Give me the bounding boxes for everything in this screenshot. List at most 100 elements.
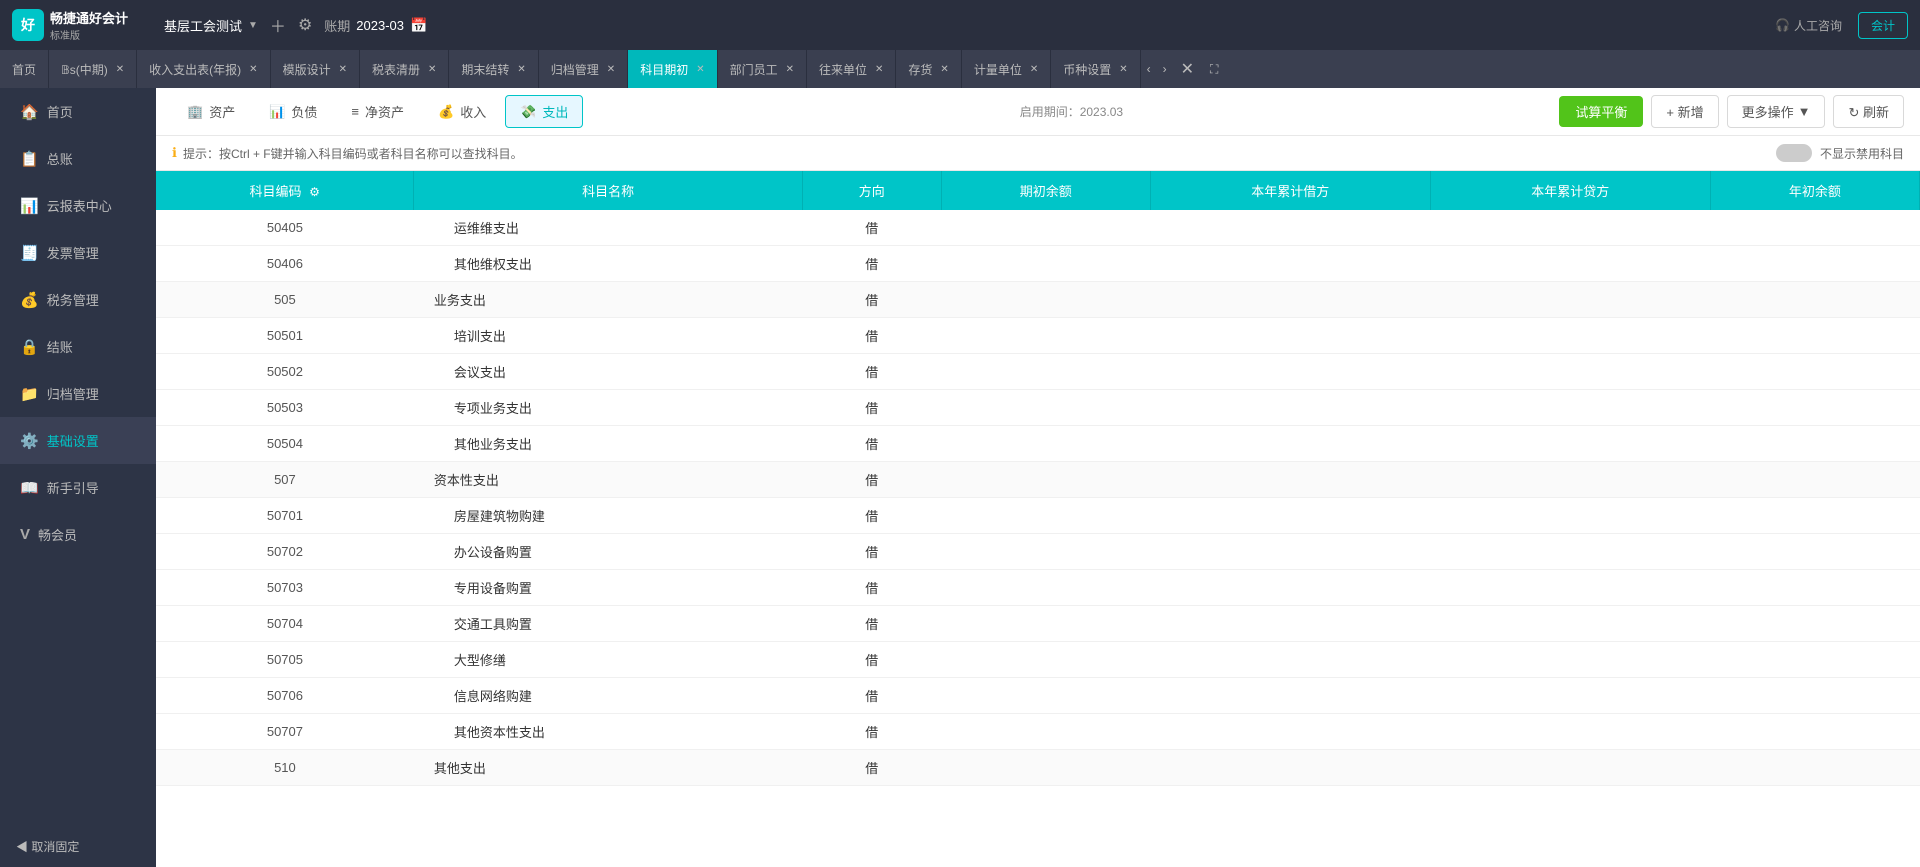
table-row[interactable]: 50501培训支出借 (156, 318, 1920, 354)
tab-template[interactable]: 模版设计 ✕ (271, 50, 360, 88)
tab-period-end[interactable]: 期末结转 ✕ (449, 50, 538, 88)
cell-ytd-credit (1430, 678, 1710, 714)
tab-close-icon[interactable]: ✕ (428, 64, 436, 75)
add-company-button[interactable]: ＋ (270, 13, 286, 37)
tab-subject-period[interactable]: 科目期初 ✕ (628, 50, 717, 88)
tab-close-icon[interactable]: ✕ (607, 64, 615, 75)
tab-label: 𝔹s(中期) (61, 61, 108, 78)
tab-close-icon[interactable]: ✕ (786, 64, 794, 75)
sub-tab-income[interactable]: 💰 收入 (423, 95, 501, 128)
tab-unit[interactable]: 计量单位 ✕ (962, 50, 1051, 88)
tab-close-icon[interactable]: ✕ (1119, 64, 1127, 75)
cell-year-opening (1710, 750, 1919, 786)
sub-tab-assets[interactable]: 🏢 资产 (172, 95, 250, 128)
table-row[interactable]: 50502会议支出借 (156, 354, 1920, 390)
col-settings-icon[interactable]: ⚙ (309, 185, 320, 199)
tab-home[interactable]: 首页 (0, 50, 49, 88)
more-ops-button[interactable]: 更多操作 ▼ (1727, 95, 1826, 128)
table-row[interactable]: 50405运维维支出借 (156, 210, 1920, 246)
cell-direction: 借 (802, 498, 941, 534)
tab-currency[interactable]: 币种设置 ✕ (1051, 50, 1140, 88)
tab-nav-next[interactable]: › (1157, 62, 1173, 76)
tab-expand-icon[interactable]: ⛶ (1202, 62, 1226, 77)
table-row[interactable]: 50701房屋建筑物购建借 (156, 498, 1920, 534)
sidebar-item-label: 首页 (47, 102, 73, 121)
sub-tab-net-assets[interactable]: ≡ 净资产 (336, 95, 419, 128)
sidebar-item-ledger[interactable]: 📋 总账 (0, 135, 156, 182)
tab-close-icon[interactable]: ✕ (696, 64, 704, 75)
calc-balance-button[interactable]: 试算平衡 (1559, 96, 1643, 127)
table-row[interactable]: 50702办公设备购置借 (156, 534, 1920, 570)
cell-opening-balance (941, 570, 1150, 606)
cell-code: 50707 (156, 714, 414, 750)
sidebar-item-member[interactable]: V 畅会员 (0, 511, 156, 558)
sub-tab-expenditure[interactable]: 💸 支出 (505, 95, 583, 128)
sidebar-collapse[interactable]: ◀ 取消固定 (0, 826, 156, 867)
cell-code: 50502 (156, 354, 414, 390)
table-row[interactable]: 50703专用设备购置借 (156, 570, 1920, 606)
disable-toggle[interactable] (1776, 144, 1812, 162)
tab-inventory[interactable]: 存货 ✕ (896, 50, 961, 88)
tab-dept[interactable]: 部门员工 ✕ (718, 50, 807, 88)
collapse-label: ◀ 取消固定 (16, 838, 79, 855)
tab-close-icon[interactable]: ✕ (517, 64, 525, 75)
tab-label: 期末结转 (461, 61, 509, 78)
table-row[interactable]: 50704交通工具购置借 (156, 606, 1920, 642)
cell-year-opening (1710, 390, 1919, 426)
cell-name: 培训支出 (414, 318, 803, 354)
settings-icon[interactable]: ⚙ (298, 15, 312, 35)
table-row[interactable]: 505业务支出借 (156, 282, 1920, 318)
add-button[interactable]: + 新增 (1651, 95, 1718, 128)
tab-close-all[interactable]: ✕ (1173, 59, 1202, 79)
table-row[interactable]: 50705大型修缮借 (156, 642, 1920, 678)
top-bar-right: 🎧 人工咨询 会计 (1775, 12, 1908, 39)
table-row[interactable]: 50503专项业务支出借 (156, 390, 1920, 426)
cell-direction: 借 (802, 246, 941, 282)
chevron-down-icon: ▼ (1798, 104, 1811, 119)
tab-close-icon[interactable]: ✕ (940, 64, 948, 75)
table-row[interactable]: 507资本性支出借 (156, 462, 1920, 498)
net-assets-icon: ≡ (351, 104, 359, 119)
cell-ytd-credit (1430, 282, 1710, 318)
tab-tax[interactable]: 税表清册 ✕ (360, 50, 449, 88)
cell-name: 运维维支出 (414, 210, 803, 246)
sidebar-item-invoice[interactable]: 🧾 发票管理 (0, 229, 156, 276)
tab-close-icon[interactable]: ✕ (249, 64, 257, 75)
tab-bs[interactable]: 𝔹s(中期) ✕ (49, 50, 137, 88)
sub-tab-liability[interactable]: 📊 负债 (254, 95, 332, 128)
tab-nav-prev[interactable]: ‹ (1141, 62, 1157, 76)
tab-label: 收入支出表(年报) (149, 61, 241, 78)
sidebar-item-guide[interactable]: 📖 新手引导 (0, 464, 156, 511)
cell-name: 专用设备购置 (414, 570, 803, 606)
tab-income-report[interactable]: 收入支出表(年报) ✕ (137, 50, 270, 88)
sidebar-item-reports[interactable]: 📊 云报表中心 (0, 182, 156, 229)
calendar-icon[interactable]: 📅 (410, 17, 427, 34)
tab-close-icon[interactable]: ✕ (116, 64, 124, 75)
sidebar-item-settings[interactable]: ⚙️ 基础设置 (0, 417, 156, 464)
company-dropdown-icon[interactable]: ▼ (248, 20, 258, 31)
tab-contacts[interactable]: 往来单位 ✕ (807, 50, 896, 88)
cell-year-opening (1710, 714, 1919, 750)
toggle-label: 不显示禁用科目 (1820, 145, 1904, 162)
table-row[interactable]: 510其他支出借 (156, 750, 1920, 786)
tab-close-icon[interactable]: ✕ (1030, 64, 1038, 75)
refresh-button[interactable]: ↻ 刷新 (1833, 95, 1904, 128)
help-button[interactable]: 🎧 人工咨询 (1775, 17, 1842, 34)
sidebar-item-archive[interactable]: 📁 归档管理 (0, 370, 156, 417)
table-container[interactable]: 科目编码 ⚙ 科目名称 方向 期初余额 本年累计借方 本年累计贷方 年初余额 5… (156, 171, 1920, 867)
tab-label: 往来单位 (819, 61, 867, 78)
sidebar-item-tax[interactable]: 💰 税务管理 (0, 276, 156, 323)
tab-archive[interactable]: 归档管理 ✕ (539, 50, 628, 88)
table-row[interactable]: 50707其他资本性支出借 (156, 714, 1920, 750)
tab-close-icon[interactable]: ✕ (339, 64, 347, 75)
table-row[interactable]: 50504其他业务支出借 (156, 426, 1920, 462)
sidebar-item-closing[interactable]: 🔒 结账 (0, 323, 156, 370)
cell-name: 会议支出 (414, 354, 803, 390)
table-row[interactable]: 50406其他维权支出借 (156, 246, 1920, 282)
table-row[interactable]: 50706信息网络购建借 (156, 678, 1920, 714)
tab-close-icon[interactable]: ✕ (875, 64, 883, 75)
cell-name: 其他业务支出 (414, 426, 803, 462)
account-button[interactable]: 会计 (1858, 12, 1908, 39)
cell-code: 507 (156, 462, 414, 498)
sidebar-item-home[interactable]: 🏠 首页 (0, 88, 156, 135)
